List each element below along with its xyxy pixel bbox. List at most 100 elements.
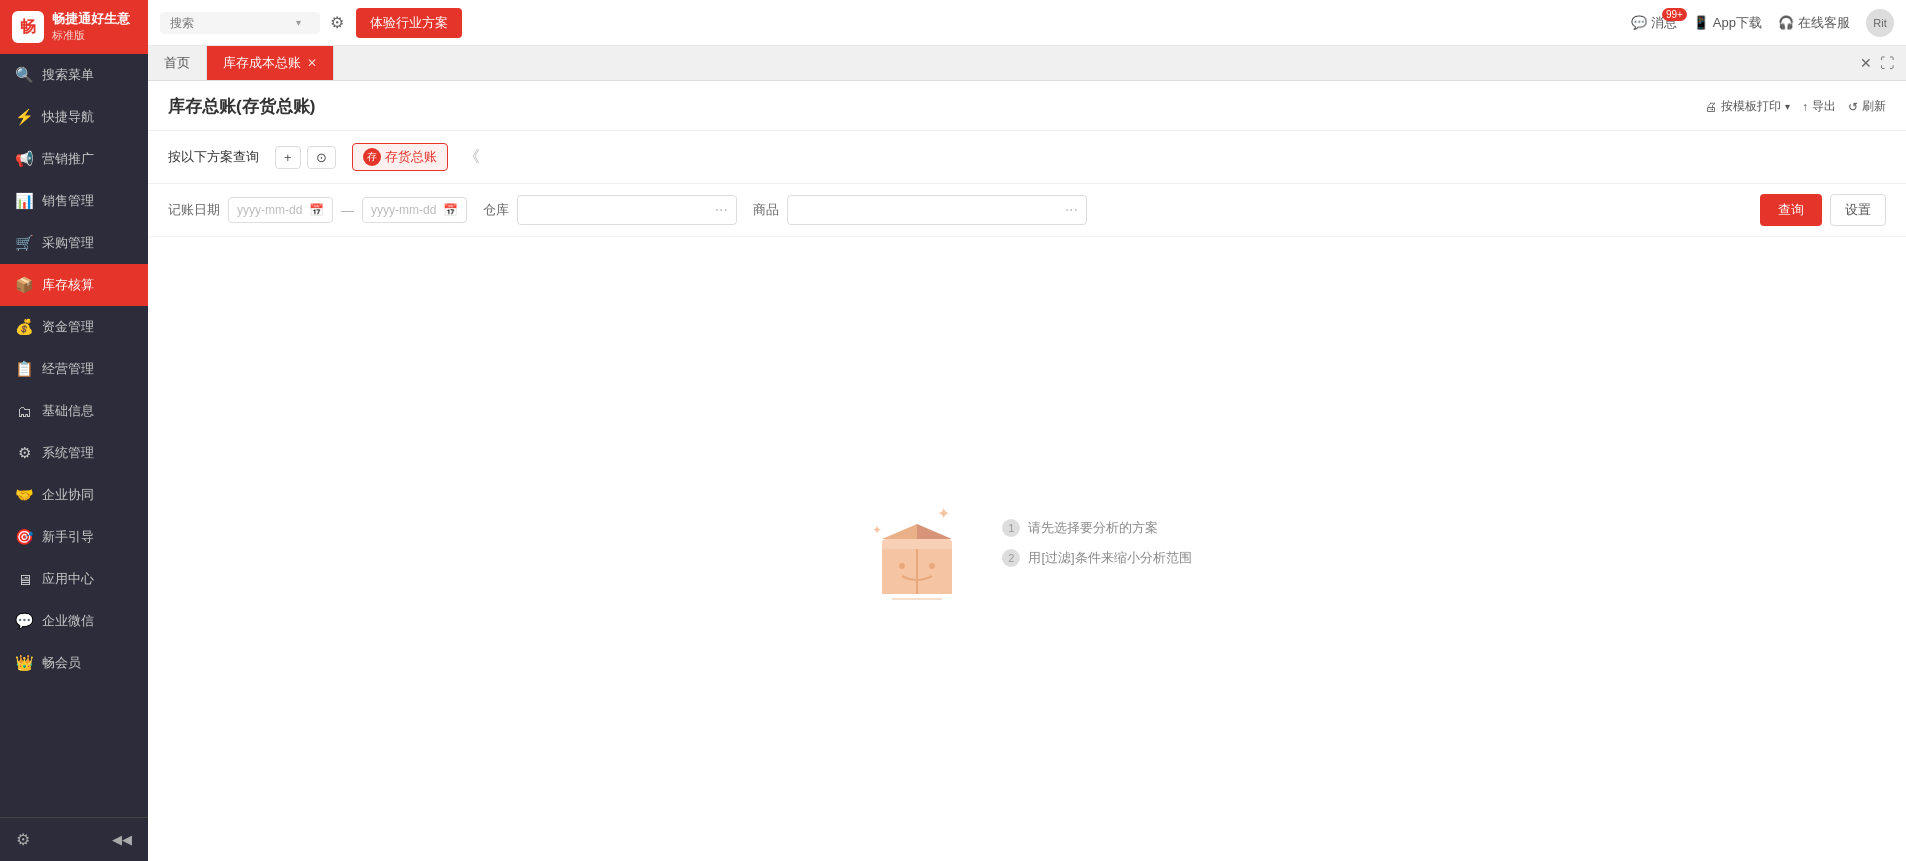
tip-2-text: 用[过滤]条件来缩小分析范围 xyxy=(1028,549,1191,567)
filter-scheme-label: 按以下方案查询 xyxy=(168,148,259,166)
filter-actions-right: 查询 设置 xyxy=(1760,194,1886,226)
sidebar-item-system[interactable]: ⚙ 系统管理 xyxy=(0,432,148,474)
sidebar-item-marketing[interactable]: 📢 营销推广 xyxy=(0,138,148,180)
sidebar-label-app-center: 应用中心 xyxy=(42,570,94,588)
topbar: ▾ ⚙ 体验行业方案 💬 消息 99+ 📱 App下载 🎧 在线客服 Rit xyxy=(148,0,1906,46)
sidebar-footer: ⚙ ◀◀ xyxy=(0,817,148,861)
industry-solution-button[interactable]: 体验行业方案 xyxy=(356,8,462,38)
logo-icon: 畅 xyxy=(12,11,44,43)
sidebar-icon-basic-info: 🗂 xyxy=(14,401,34,421)
sidebar-icon-enterprise: 🤝 xyxy=(14,485,34,505)
sidebar-icon-enterprise-wechat: 💬 xyxy=(14,611,34,631)
user-avatar[interactable]: Rit xyxy=(1866,9,1894,37)
export-icon: ↑ xyxy=(1802,100,1808,114)
filter-manage-button[interactable]: ⊙ xyxy=(307,146,336,169)
warehouse-select[interactable]: ··· xyxy=(517,195,737,225)
filter-add-button[interactable]: + xyxy=(275,146,301,169)
sidebar-label-vip: 畅会员 xyxy=(42,654,81,672)
calendar-from-icon[interactable]: 📅 xyxy=(309,203,324,217)
sidebar-item-purchase[interactable]: 🛒 采购管理 xyxy=(0,222,148,264)
page-content: 库存总账(存货总账) 🖨 按模板打印 ▾ ↑ 导出 ↺ 刷新 xyxy=(148,81,1906,861)
page-header: 库存总账(存货总账) 🖨 按模板打印 ▾ ↑ 导出 ↺ 刷新 xyxy=(148,81,1906,131)
brand-name: 畅捷通好生意 xyxy=(52,11,130,28)
sidebar: 畅 畅捷通好生意 标准版 🔍 搜索菜单 ⚡ 快捷导航 📢 营销推广 📊 销售管理… xyxy=(0,0,148,861)
tip-1-text: 请先选择要分析的方案 xyxy=(1028,519,1158,537)
print-icon: 🖨 xyxy=(1705,100,1717,114)
date-to-placeholder: yyyy-mm-dd xyxy=(371,203,436,217)
refresh-label: 刷新 xyxy=(1862,98,1886,115)
sidebar-item-inventory[interactable]: 📦 库存核算 xyxy=(0,264,148,306)
calendar-to-icon[interactable]: 📅 xyxy=(443,203,458,217)
product-filter-label: 商品 xyxy=(753,201,779,219)
sidebar-item-enterprise[interactable]: 🤝 企业协同 xyxy=(0,474,148,516)
refresh-button[interactable]: ↺ 刷新 xyxy=(1848,98,1886,115)
print-template-button[interactable]: 🖨 按模板打印 ▾ xyxy=(1705,98,1790,115)
sidebar-icon-app-center: 🖥 xyxy=(14,569,34,589)
filter-collapse-button[interactable]: 《 xyxy=(464,147,480,168)
warehouse-more-btn[interactable]: ··· xyxy=(715,201,728,219)
message-item[interactable]: 💬 消息 99+ xyxy=(1631,14,1677,32)
empty-inner: ✦ ✦ 1 请先选择要分析的方案 2 用[过滤]条件 xyxy=(862,494,1191,604)
svg-point-6 xyxy=(929,563,935,569)
topbar-gear-icon[interactable]: ⚙ xyxy=(330,13,344,32)
date-dash: — xyxy=(341,203,354,218)
active-scheme-item[interactable]: 存 存货总账 xyxy=(352,143,448,171)
product-more-btn[interactable]: ··· xyxy=(1065,201,1078,219)
svg-point-5 xyxy=(899,563,905,569)
empty-text-list: 1 请先选择要分析的方案 2 用[过滤]条件来缩小分析范围 xyxy=(1002,519,1191,579)
sidebar-nav: 🔍 搜索菜单 ⚡ 快捷导航 📢 营销推广 📊 销售管理 🛒 采购管理 📦 库存核… xyxy=(0,54,148,817)
step-2-num: 2 xyxy=(1002,549,1020,567)
sidebar-item-search[interactable]: 🔍 搜索菜单 xyxy=(0,54,148,96)
sidebar-label-sales: 销售管理 xyxy=(42,192,94,210)
tab-home[interactable]: 首页 xyxy=(148,46,207,80)
refresh-icon: ↺ xyxy=(1848,100,1858,114)
empty-state: ✦ ✦ 1 请先选择要分析的方案 2 用[过滤]条件 xyxy=(148,237,1906,861)
settings-button[interactable]: 设置 xyxy=(1830,194,1886,226)
message-icon: 💬 xyxy=(1631,15,1647,30)
sidebar-item-newbie[interactable]: 🎯 新手引导 xyxy=(0,516,148,558)
date-to-input[interactable]: yyyy-mm-dd 📅 xyxy=(362,197,467,223)
sidebar-icon-quick-nav: ⚡ xyxy=(14,107,34,127)
svg-text:✦: ✦ xyxy=(872,523,882,537)
date-from-placeholder: yyyy-mm-dd xyxy=(237,203,302,217)
search-input[interactable] xyxy=(170,16,290,30)
topbar-left: ▾ ⚙ 体验行业方案 xyxy=(160,8,1631,38)
sidebar-item-quick-nav[interactable]: ⚡ 快捷导航 xyxy=(0,96,148,138)
tab-inventory-ledger[interactable]: 库存成本总账 ✕ xyxy=(207,46,334,80)
logo-text: 畅捷通好生意 标准版 xyxy=(52,11,130,42)
search-box[interactable]: ▾ xyxy=(160,12,320,34)
sidebar-item-finance[interactable]: 💰 资金管理 xyxy=(0,306,148,348)
sidebar-icon-newbie: 🎯 xyxy=(14,527,34,547)
sidebar-item-vip[interactable]: 👑 畅会员 xyxy=(0,642,148,684)
app-download-item[interactable]: 📱 App下载 xyxy=(1693,14,1762,32)
product-select[interactable]: ··· xyxy=(787,195,1087,225)
sidebar-item-enterprise-wechat[interactable]: 💬 企业微信 xyxy=(0,600,148,642)
sidebar-label-search: 搜索菜单 xyxy=(42,66,94,84)
app-download-icon: 📱 xyxy=(1693,15,1709,30)
tab-close-icon[interactable]: ✕ xyxy=(307,56,317,70)
settings-footer-icon[interactable]: ⚙ xyxy=(16,830,30,849)
search-dropdown-icon: ▾ xyxy=(296,17,301,28)
online-service-label: 在线客服 xyxy=(1798,14,1850,32)
collapse-icon[interactable]: ◀◀ xyxy=(112,832,132,847)
sidebar-label-inventory: 库存核算 xyxy=(42,276,94,294)
page-header-actions: 🖨 按模板打印 ▾ ↑ 导出 ↺ 刷新 xyxy=(1705,98,1886,115)
online-service-icon: 🎧 xyxy=(1778,15,1794,30)
scheme-indicator: 存 xyxy=(363,148,381,166)
page-title: 库存总账(存货总账) xyxy=(168,95,315,118)
empty-tip-1: 1 请先选择要分析的方案 xyxy=(1002,519,1191,537)
filter-row: 记账日期 yyyy-mm-dd 📅 — yyyy-mm-dd 📅 仓库 xyxy=(148,184,1906,237)
sidebar-item-operations[interactable]: 📋 经营管理 xyxy=(0,348,148,390)
sidebar-item-basic-info[interactable]: 🗂 基础信息 xyxy=(0,390,148,432)
date-from-input[interactable]: yyyy-mm-dd 📅 xyxy=(228,197,333,223)
export-button[interactable]: ↑ 导出 xyxy=(1802,98,1836,115)
sidebar-icon-sales: 📊 xyxy=(14,191,34,211)
svg-text:✦: ✦ xyxy=(937,505,950,522)
query-button[interactable]: 查询 xyxy=(1760,194,1822,226)
print-template-label: 按模板打印 xyxy=(1721,98,1781,115)
sidebar-item-app-center[interactable]: 🖥 应用中心 xyxy=(0,558,148,600)
online-service-item[interactable]: 🎧 在线客服 xyxy=(1778,14,1850,32)
sidebar-item-sales[interactable]: 📊 销售管理 xyxy=(0,180,148,222)
panel-close-icon[interactable]: ✕ xyxy=(1856,51,1876,75)
panel-resize-icon[interactable]: ⛶ xyxy=(1876,51,1898,75)
